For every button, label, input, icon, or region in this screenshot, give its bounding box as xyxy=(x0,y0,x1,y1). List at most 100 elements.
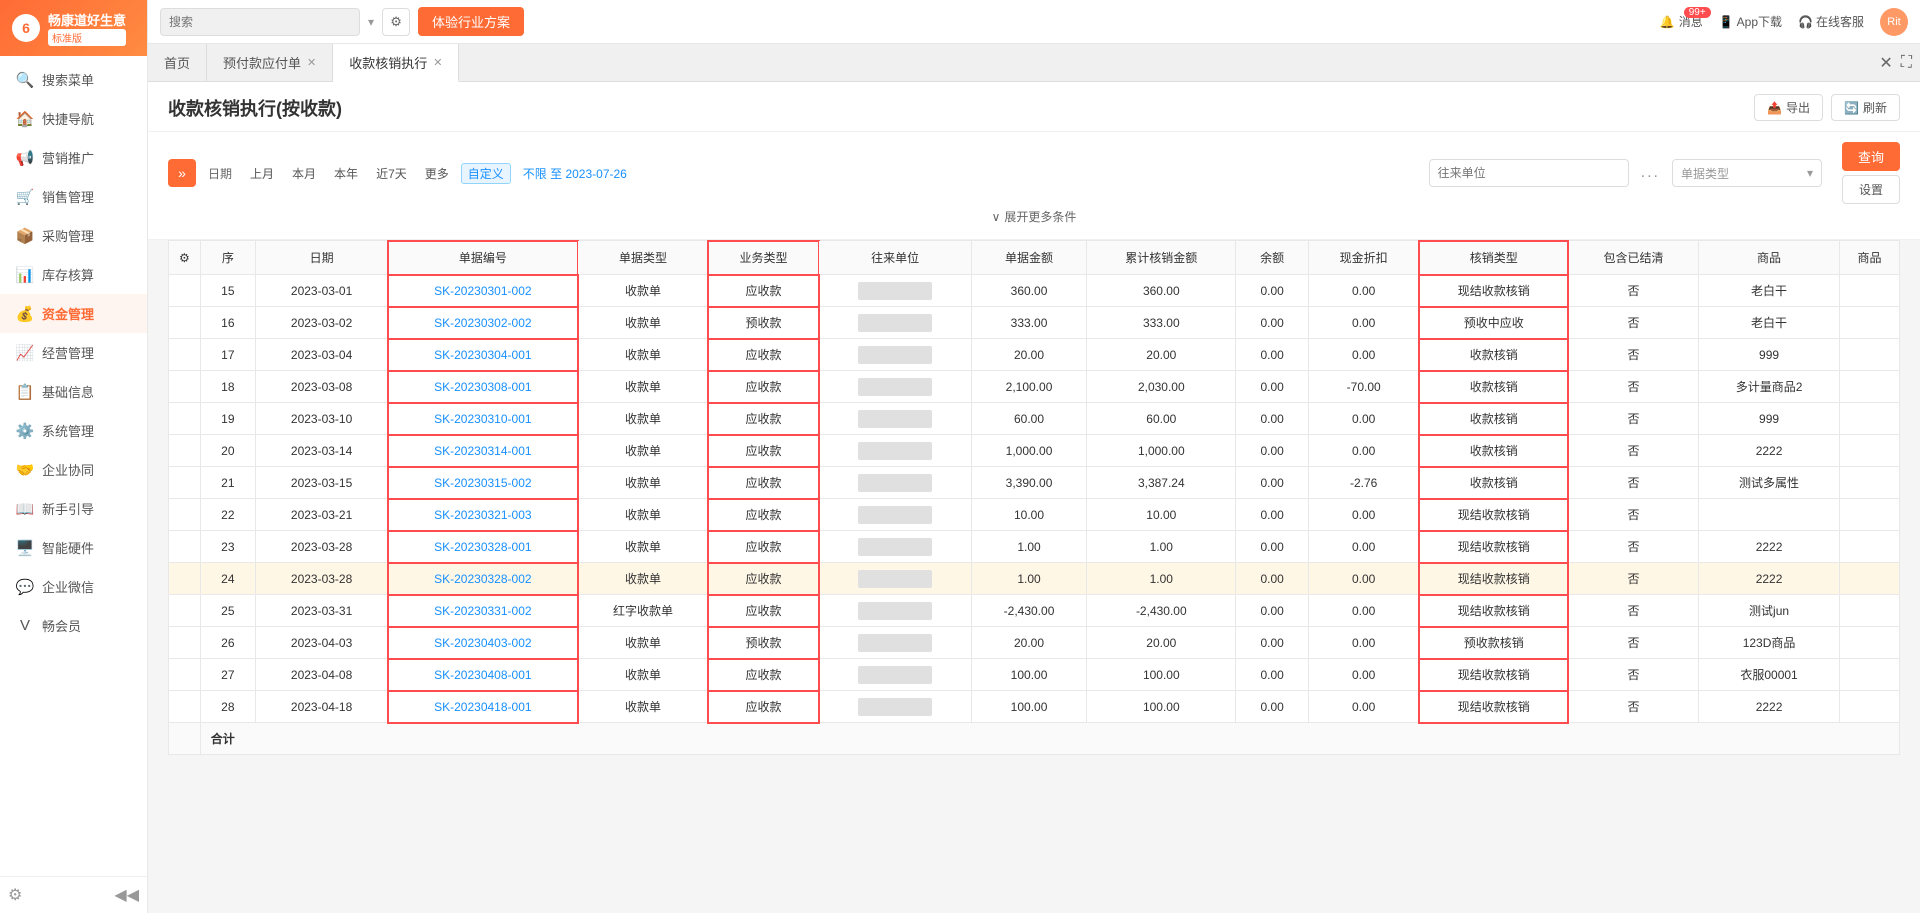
col-biztype-header: 业务类型 xyxy=(708,241,819,275)
cell-settings[interactable] xyxy=(169,435,201,467)
sidebar-item-wechat[interactable]: 💬企业微信 xyxy=(0,567,147,606)
cell-settings[interactable] xyxy=(169,275,201,307)
filter-expand-button[interactable]: » xyxy=(168,159,196,187)
online-service-link[interactable]: 🎧 在线客服 xyxy=(1798,13,1864,30)
cell-partner: ████ xyxy=(819,659,972,691)
bill-no-link[interactable]: SK-20230301-002 xyxy=(434,284,531,298)
settings-icon[interactable]: ⚙ xyxy=(8,885,22,905)
table-row: 15 2023-03-01 SK-20230301-002 收款单 应收款 ██… xyxy=(169,275,1900,307)
cell-settings[interactable] xyxy=(169,499,201,531)
sidebar-item-quicknav[interactable]: 🏠快捷导航 xyxy=(0,99,147,138)
sidebar-item-operations[interactable]: 📈经营管理 xyxy=(0,333,147,372)
sidebar-item-marketing[interactable]: 📢营销推广 xyxy=(0,138,147,177)
date-this-year[interactable]: 本年 xyxy=(328,163,364,184)
cell-offsettype: 收款核销 xyxy=(1419,435,1568,467)
bill-no-link[interactable]: SK-20230315-002 xyxy=(434,476,531,490)
app-download-link[interactable]: 📱 App下载 xyxy=(1719,13,1782,30)
bill-no-link[interactable]: SK-20230403-002 xyxy=(434,636,531,650)
partner-input[interactable] xyxy=(1429,159,1629,187)
sidebar-item-member[interactable]: V畅会员 xyxy=(0,606,147,645)
notice-button[interactable]: 🔔 消息 99+ xyxy=(1660,13,1703,30)
date-custom-btn[interactable]: 自定义 xyxy=(461,163,511,184)
close-tab-icon[interactable]: ✕ xyxy=(1879,53,1892,73)
cell-billtype: 收款单 xyxy=(578,403,708,435)
date-last-month[interactable]: 上月 xyxy=(244,163,280,184)
cell-settings[interactable] xyxy=(169,371,201,403)
sidebar-item-purchase[interactable]: 📦采购管理 xyxy=(0,216,147,255)
cell-goods2 xyxy=(1840,467,1900,499)
tab-close-prepay[interactable]: ✕ xyxy=(307,56,316,69)
cell-index: 20 xyxy=(200,435,255,467)
sidebar-item-label: 搜索菜单 xyxy=(42,70,94,89)
cell-settings[interactable] xyxy=(169,563,201,595)
more-filters-dots[interactable]: ... xyxy=(1641,164,1660,182)
cell-balance: 0.00 xyxy=(1236,371,1308,403)
bill-no-link[interactable]: SK-20230408-001 xyxy=(434,668,531,682)
cell-settings[interactable] xyxy=(169,691,201,723)
date-last-7-days[interactable]: 近7天 xyxy=(370,163,413,184)
bill-no-link[interactable]: SK-20230418-001 xyxy=(434,700,531,714)
cell-billtype: 收款单 xyxy=(578,435,708,467)
setting-button[interactable]: 设置 xyxy=(1842,175,1900,204)
expand-more-btn[interactable]: ∨ 展开更多条件 xyxy=(992,208,1077,225)
cell-settings[interactable] xyxy=(169,307,201,339)
cell-date: 2023-03-01 xyxy=(255,275,387,307)
query-button[interactable]: 查询 xyxy=(1842,142,1900,171)
refresh-button[interactable]: 🔄 刷新 xyxy=(1831,94,1900,121)
bill-type-select[interactable]: 单据类型 ▾ xyxy=(1672,159,1822,187)
fullscreen-icon[interactable]: ⛶ xyxy=(1901,54,1912,72)
cell-settings[interactable] xyxy=(169,467,201,499)
cell-balance: 0.00 xyxy=(1236,659,1308,691)
search-input[interactable] xyxy=(160,8,360,36)
cell-billtype: 收款单 xyxy=(578,275,708,307)
date-more[interactable]: 更多 xyxy=(419,163,455,184)
sidebar-item-finance[interactable]: 💰资金管理 xyxy=(0,294,147,333)
sidebar: 6 畅康道好生意 标准版 🔍搜索菜单🏠快捷导航📢营销推广🛒销售管理📦采购管理📊库… xyxy=(0,0,148,913)
avatar[interactable]: Rit xyxy=(1880,8,1908,36)
cell-goods: 2222 xyxy=(1699,435,1840,467)
sidebar-item-hardware[interactable]: 🖥️智能硬件 xyxy=(0,528,147,567)
dropdown-arrow-icon[interactable]: ▾ xyxy=(368,15,374,29)
sidebar-item-guide[interactable]: 📖新手引导 xyxy=(0,489,147,528)
table-row: 26 2023-04-03 SK-20230403-002 收款单 预收款 ██… xyxy=(169,627,1900,659)
sidebar-item-label: 采购管理 xyxy=(42,226,94,245)
tab-collection[interactable]: 收款核销执行✕ xyxy=(333,44,459,82)
bill-no-link[interactable]: SK-20230308-001 xyxy=(434,380,531,394)
cell-partner: ████ xyxy=(819,499,972,531)
tab-close-collection[interactable]: ✕ xyxy=(433,56,442,69)
cell-goods2 xyxy=(1840,371,1900,403)
cell-goods2 xyxy=(1840,499,1900,531)
sidebar-item-inventory[interactable]: 📊库存核算 xyxy=(0,255,147,294)
collapse-icon[interactable]: ◀◀ xyxy=(114,885,139,905)
solution-button[interactable]: 体验行业方案 xyxy=(418,7,524,36)
col-balance-header: 余额 xyxy=(1236,241,1308,275)
cell-settings[interactable] xyxy=(169,659,201,691)
bill-no-link[interactable]: SK-20230328-002 xyxy=(434,572,531,586)
bill-no-link[interactable]: SK-20230310-001 xyxy=(434,412,531,426)
cell-settings[interactable] xyxy=(169,403,201,435)
date-this-month[interactable]: 本月 xyxy=(286,163,322,184)
bill-no-link[interactable]: SK-20230304-001 xyxy=(434,348,531,362)
cell-settings[interactable] xyxy=(169,531,201,563)
cell-settings[interactable] xyxy=(169,627,201,659)
tab-home[interactable]: 首页 xyxy=(148,44,207,81)
bill-no-link[interactable]: SK-20230314-001 xyxy=(434,444,531,458)
bill-no-link[interactable]: SK-20230331-002 xyxy=(434,604,531,618)
bill-no-link[interactable]: SK-20230302-002 xyxy=(434,316,531,330)
cell-totaloffset: 1.00 xyxy=(1087,531,1236,563)
sidebar-item-collab[interactable]: 🤝企业协同 xyxy=(0,450,147,489)
col-settings-header[interactable]: ⚙ xyxy=(169,241,201,275)
sidebar-item-basic[interactable]: 📋基础信息 xyxy=(0,372,147,411)
sidebar-item-system[interactable]: ⚙️系统管理 xyxy=(0,411,147,450)
cell-offsettype: 现结收款核销 xyxy=(1419,659,1568,691)
gear-button[interactable]: ⚙ xyxy=(382,8,410,36)
sidebar-item-sales[interactable]: 🛒销售管理 xyxy=(0,177,147,216)
sidebar-item-search[interactable]: 🔍搜索菜单 xyxy=(0,60,147,99)
bill-no-link[interactable]: SK-20230321-003 xyxy=(434,508,531,522)
cell-settings[interactable] xyxy=(169,339,201,371)
tab-prepay[interactable]: 预付款应付单✕ xyxy=(207,44,333,81)
bill-no-link[interactable]: SK-20230328-001 xyxy=(434,540,531,554)
cell-index: 25 xyxy=(200,595,255,627)
cell-settings[interactable] xyxy=(169,595,201,627)
export-button[interactable]: 📤 导出 xyxy=(1754,94,1823,121)
